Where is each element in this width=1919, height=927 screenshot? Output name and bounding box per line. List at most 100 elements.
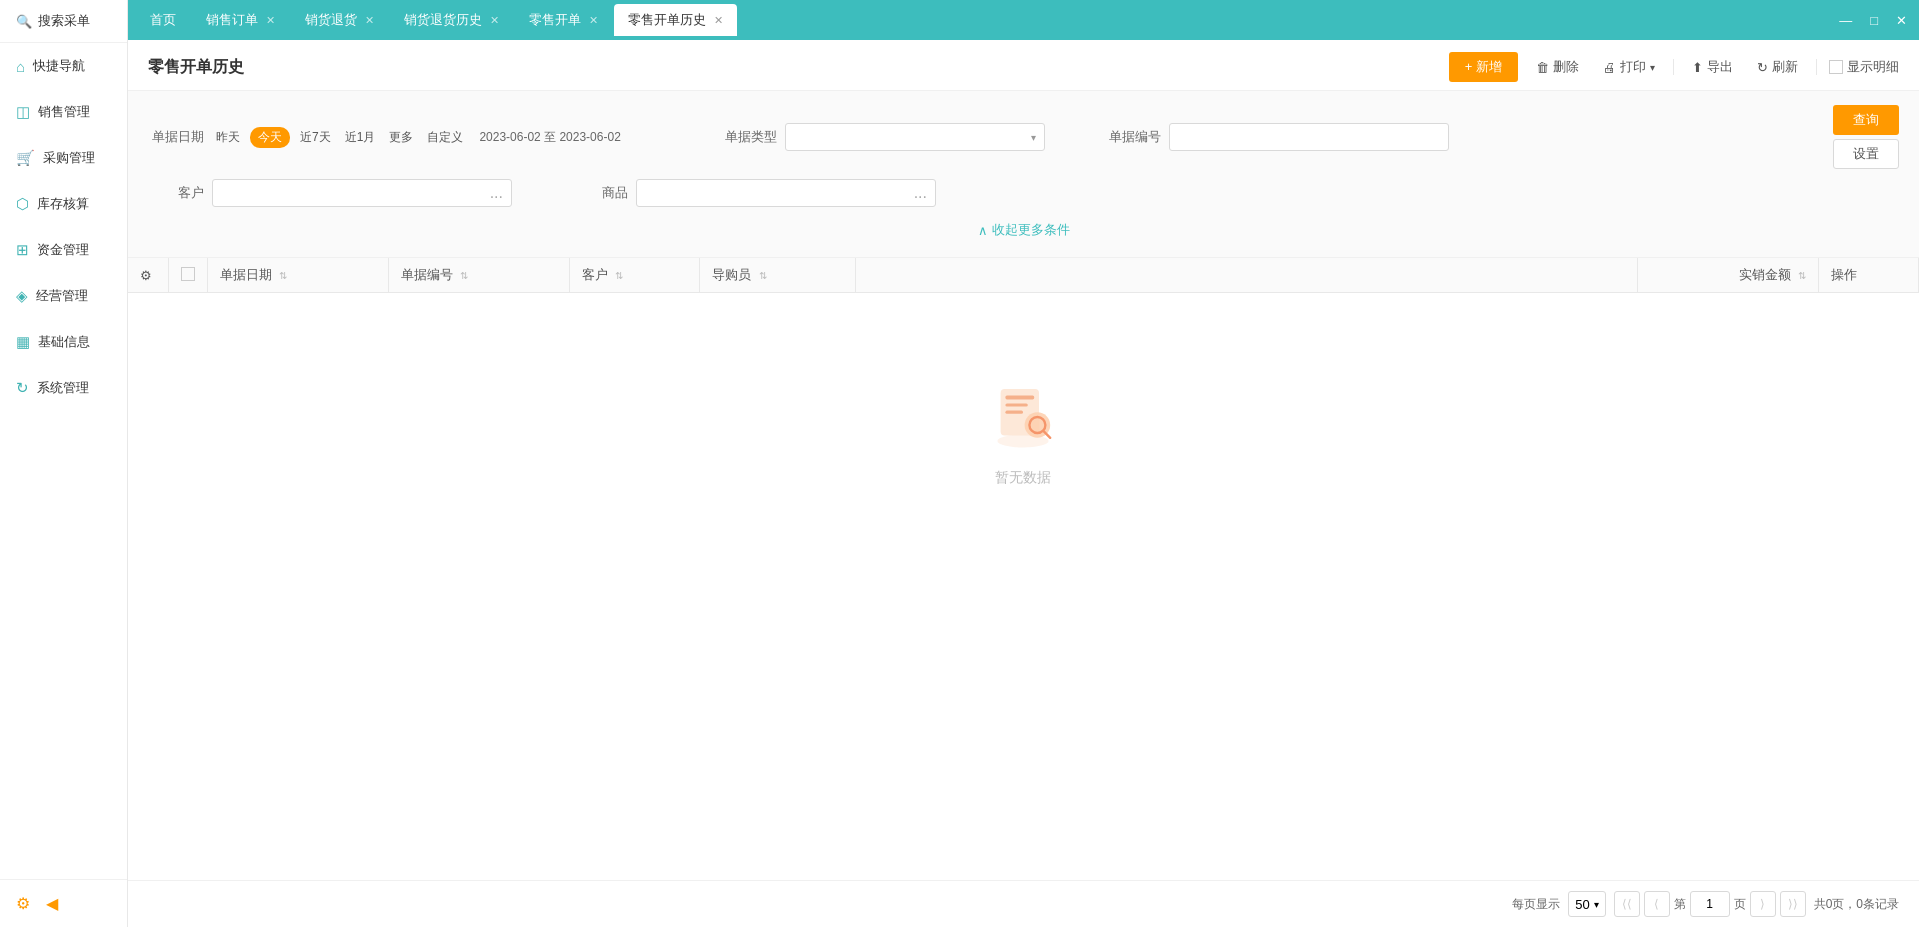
date-shortcut-7days[interactable]: 近7天 — [296, 127, 335, 148]
toolbar-divider2 — [1816, 59, 1817, 75]
refresh-label: 刷新 — [1772, 58, 1798, 76]
date-shortcut-today[interactable]: 今天 — [250, 127, 290, 148]
tab-sales-return[interactable]: 销货退货 ✕ — [291, 4, 388, 36]
date-shortcut-yesterday[interactable]: 昨天 — [212, 127, 244, 148]
sidebar-search[interactable]: 🔍 搜索采单 — [0, 0, 127, 43]
table-header-row: ⚙ 单据日期 ⇅ 单据编号 ⇅ — [128, 258, 1919, 293]
operations-icon: ◈ — [16, 287, 28, 305]
collapse-label: 收起更多条件 — [992, 221, 1070, 239]
bill-no-input[interactable] — [1169, 123, 1449, 151]
date-shortcut-1month[interactable]: 近1月 — [341, 127, 380, 148]
query-button[interactable]: 查询 — [1833, 105, 1899, 135]
content-area: 零售开单历史 + 新增 🗑 删除 🖨 打印 ▾ ⬆ 导出 ↻ — [128, 40, 1919, 927]
sidebar-item-quick-nav[interactable]: ⌂ 快捷导航 — [0, 43, 127, 89]
sidebar-item-finance[interactable]: ⊞ 资金管理 — [0, 227, 127, 273]
sidebar-item-purchase-mgmt[interactable]: 🛒 采购管理 — [0, 135, 127, 181]
tab-sales-return-history[interactable]: 销货退货历史 ✕ — [390, 4, 513, 36]
sidebar-bottom: ⚙ ◀ — [0, 879, 127, 927]
sidebar-item-inventory[interactable]: ⬡ 库存核算 — [0, 181, 127, 227]
page-nav: ⟨⟨ ⟨ 第 页 ⟩ ⟩⟩ — [1614, 891, 1806, 917]
date-shortcut-custom[interactable]: 自定义 — [423, 127, 467, 148]
tab-sales-return-history-close[interactable]: ✕ — [490, 14, 499, 27]
sidebar-item-sys-mgmt[interactable]: ↻ 系统管理 — [0, 365, 127, 411]
display-detail-checkbox[interactable] — [1829, 60, 1843, 74]
select-all-checkbox[interactable] — [181, 267, 195, 281]
finance-icon: ⊞ — [16, 241, 29, 259]
sidebar-item-label: 采购管理 — [43, 149, 95, 167]
export-icon: ⬆ — [1692, 60, 1703, 75]
sidebar: 🔍 搜索采单 ⌂ 快捷导航 ◫ 销售管理 🛒 采购管理 ⬡ 库存核算 ⊞ 资金管… — [0, 0, 128, 927]
print-button[interactable]: 🖨 打印 ▾ — [1597, 54, 1661, 80]
th-amount[interactable]: 实销金额 ⇅ — [1638, 258, 1819, 293]
filter-area: 单据日期 昨天 今天 近7天 近1月 更多 自定义 2023-06-02 至 2… — [128, 91, 1919, 258]
th-bill-date[interactable]: 单据日期 ⇅ — [207, 258, 388, 293]
empty-text: 暂无数据 — [995, 469, 1051, 487]
tabs-bar: 首页 销售订单 ✕ 销货退货 ✕ 销货退货历史 ✕ 零售开单 ✕ 零售开单历史 … — [128, 0, 1919, 40]
tab-sales-order-label: 销售订单 — [206, 11, 258, 29]
th-action: 操作 — [1819, 258, 1919, 293]
last-page-btn[interactable]: ⟩⟩ — [1780, 891, 1806, 917]
goods-select[interactable]: ... — [636, 179, 936, 207]
th-action-label: 操作 — [1831, 267, 1857, 282]
settings-bottom-icon[interactable]: ⚙ — [16, 894, 30, 913]
th-bill-no[interactable]: 单据编号 ⇅ — [388, 258, 569, 293]
refresh-button[interactable]: ↻ 刷新 — [1751, 54, 1804, 80]
tab-home[interactable]: 首页 — [136, 4, 190, 36]
sidebar-item-sales-mgmt[interactable]: ◫ 销售管理 — [0, 89, 127, 135]
tab-retail-open[interactable]: 零售开单 ✕ — [515, 4, 612, 36]
tab-retail-open-history-close[interactable]: ✕ — [714, 14, 723, 27]
bill-date-sort-icon: ⇅ — [279, 270, 287, 281]
settings-filter-button[interactable]: 设置 — [1833, 139, 1899, 169]
page-input[interactable] — [1690, 891, 1730, 917]
export-button[interactable]: ⬆ 导出 — [1686, 54, 1739, 80]
print-label: 打印 — [1620, 58, 1646, 76]
page-suffix-label: 页 — [1734, 896, 1746, 913]
minimize-btn[interactable]: — — [1835, 11, 1856, 30]
collapse-sidebar-icon[interactable]: ◀ — [46, 894, 58, 913]
next-page-btn[interactable]: ⟩ — [1750, 891, 1776, 917]
inventory-icon: ⬡ — [16, 195, 29, 213]
collapse-icon: ∧ — [978, 223, 988, 238]
customer-select[interactable]: ... — [212, 179, 512, 207]
per-page-select[interactable]: 50 ▾ — [1568, 891, 1605, 917]
th-guide[interactable]: 导购员 ⇅ — [700, 258, 856, 293]
sidebar-item-basic-info[interactable]: ▦ 基础信息 — [0, 319, 127, 365]
th-customer-label: 客户 — [582, 267, 608, 282]
bill-no-filter-group: 单据编号 — [1105, 123, 1449, 151]
window-controls: — □ ✕ — [1835, 11, 1911, 30]
tab-sales-order-close[interactable]: ✕ — [266, 14, 275, 27]
tab-retail-open-close[interactable]: ✕ — [589, 14, 598, 27]
svg-rect-4 — [1006, 411, 1024, 414]
close-btn[interactable]: ✕ — [1892, 11, 1911, 30]
sidebar-item-label: 销售管理 — [38, 103, 90, 121]
per-page-value: 50 — [1575, 897, 1589, 912]
first-page-btn[interactable]: ⟨⟨ — [1614, 891, 1640, 917]
home-icon: ⌂ — [16, 58, 25, 75]
date-shortcut-more[interactable]: 更多 — [385, 127, 417, 148]
maximize-btn[interactable]: □ — [1866, 11, 1882, 30]
delete-button[interactable]: 🗑 删除 — [1530, 54, 1585, 80]
amount-sort-icon: ⇅ — [1798, 270, 1806, 281]
tab-sales-order[interactable]: 销售订单 ✕ — [192, 4, 289, 36]
th-customer[interactable]: 客户 ⇅ — [569, 258, 699, 293]
add-button[interactable]: + 新增 — [1449, 52, 1518, 82]
sidebar-item-operations[interactable]: ◈ 经营管理 — [0, 273, 127, 319]
collapse-filter-btn[interactable]: ∧ 收起更多条件 — [148, 217, 1899, 243]
th-bill-no-label: 单据编号 — [401, 267, 453, 282]
sidebar-item-label: 系统管理 — [37, 379, 89, 397]
display-detail-toggle[interactable]: 显示明细 — [1829, 58, 1899, 76]
th-amount-label: 实销金额 — [1739, 267, 1791, 282]
tab-sales-return-label: 销货退货 — [305, 11, 357, 29]
print-icon: 🖨 — [1603, 60, 1616, 75]
print-dropdown-icon: ▾ — [1650, 62, 1655, 73]
th-settings[interactable]: ⚙ — [128, 258, 168, 293]
bill-type-filter-group: 单据类型 ▾ — [721, 123, 1045, 151]
th-checkbox[interactable] — [168, 258, 207, 293]
tab-sales-return-close[interactable]: ✕ — [365, 14, 374, 27]
prev-page-btn[interactable]: ⟨ — [1644, 891, 1670, 917]
goods-label: 商品 — [572, 184, 628, 202]
tab-retail-open-history[interactable]: 零售开单历史 ✕ — [614, 4, 737, 36]
filter-row-1: 单据日期 昨天 今天 近7天 近1月 更多 自定义 2023-06-02 至 2… — [148, 105, 1899, 169]
per-page-label: 每页显示 — [1512, 896, 1560, 913]
bill-type-select[interactable]: ▾ — [785, 123, 1045, 151]
